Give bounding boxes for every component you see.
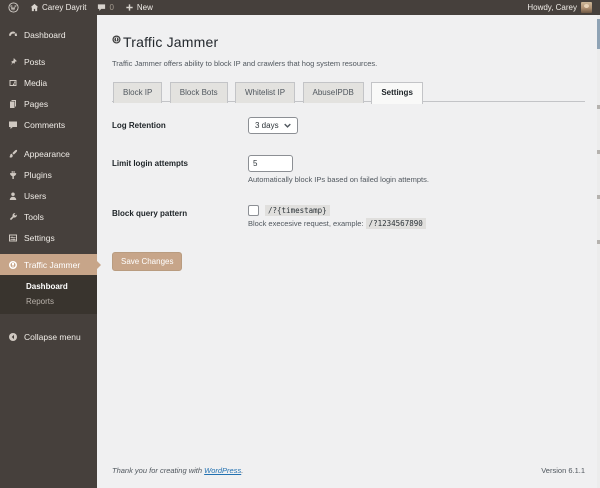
block-query-help-text: Block execesive request, example: xyxy=(248,219,364,228)
sidebar-item-traffic-jammer[interactable]: Traffic Jammer xyxy=(0,254,97,275)
form-row-log-retention: Log Retention 3 days xyxy=(112,106,585,144)
save-changes-button[interactable]: Save Changes xyxy=(112,252,183,271)
page-title: Traffic Jammer xyxy=(123,34,219,50)
block-query-label: Block query pattern xyxy=(112,209,188,218)
chevron-down-icon xyxy=(283,123,291,128)
sidebar-item-label: Users xyxy=(24,190,47,201)
main-content: Traffic Jammer Traffic Jammer offers abi… xyxy=(97,15,600,488)
pin-icon xyxy=(10,57,17,65)
query-example-code: /?1234567890 xyxy=(365,218,426,229)
sidebar-item-media[interactable]: Media xyxy=(0,72,97,93)
block-query-help: Block execesive request, example: /?1234… xyxy=(248,218,426,229)
avatar xyxy=(581,2,592,13)
tab-settings[interactable]: Settings xyxy=(371,82,423,104)
wrench-icon xyxy=(9,212,17,220)
traffic-jammer-icon xyxy=(9,260,17,269)
sidebar-item-dashboard[interactable]: Dashboard xyxy=(0,24,97,45)
sidebar-item-label: Traffic Jammer xyxy=(24,259,81,270)
user-icon xyxy=(9,192,17,200)
footer-thanks: Thank you for creating with WordPress. xyxy=(112,466,243,475)
footer-thanks-text: Thank you for creating with xyxy=(112,466,203,475)
admin-bar: Carey Dayrit 0 New Howdy, Carey xyxy=(0,0,600,15)
site-name-menu[interactable]: Carey Dayrit xyxy=(30,3,86,12)
account-menu[interactable]: Howdy, Carey xyxy=(527,2,592,13)
new-menu[interactable]: New xyxy=(125,3,153,12)
sidebar-item-appearance[interactable]: Appearance xyxy=(0,143,97,164)
submenu-item-dashboard[interactable]: Dashboard xyxy=(0,279,97,294)
submenu-item-reports[interactable]: Reports xyxy=(0,294,97,309)
query-pattern-code: /?{timestamp} xyxy=(265,205,330,216)
sidebar-item-plugins[interactable]: Plugins xyxy=(0,164,97,185)
sidebar-item-label: Tools xyxy=(24,211,44,222)
sidebar-item-label: Settings xyxy=(24,232,55,243)
media-icon xyxy=(9,79,17,86)
limit-login-attempts-input[interactable] xyxy=(248,155,293,172)
plug-icon xyxy=(10,170,17,179)
form-row-limit-login: Limit login attempts Automatically block… xyxy=(112,144,585,194)
comment-bubble-icon xyxy=(98,4,106,11)
traffic-jammer-title-icon xyxy=(112,35,121,44)
wordpress-link[interactable]: WordPress xyxy=(204,466,241,475)
form-row-block-query: Block query pattern /?{timestamp} Block … xyxy=(112,194,585,238)
tab-abuseipdb[interactable]: AbuseIPDB xyxy=(302,82,364,103)
tab-bar: Block IP Block Bots Whitelist IP AbuseIP… xyxy=(112,81,585,104)
wordpress-logo-icon xyxy=(8,2,19,13)
sidebar-item-label: Pages xyxy=(24,98,49,109)
home-icon xyxy=(30,3,39,12)
collapse-menu-button[interactable]: Collapse menu xyxy=(0,326,97,347)
page-description: Traffic Jammer offers ability to block I… xyxy=(112,59,378,68)
howdy-label: Howdy, Carey xyxy=(527,3,577,12)
sidebar-item-users[interactable]: Users xyxy=(0,185,97,206)
plus-icon xyxy=(126,4,133,11)
footer-period: . xyxy=(241,466,244,475)
sidebar-item-label: Plugins xyxy=(24,169,52,180)
sidebar-item-settings[interactable]: Settings xyxy=(0,227,97,248)
collapse-arrow-icon xyxy=(9,332,17,341)
comments-count: 0 xyxy=(109,3,114,12)
dashboard-icon xyxy=(8,30,18,36)
log-retention-label: Log Retention xyxy=(112,121,166,130)
sidebar-item-posts[interactable]: Posts xyxy=(0,51,97,72)
log-retention-select[interactable]: 3 days xyxy=(248,117,298,134)
admin-footer: Thank you for creating with WordPress. V… xyxy=(97,466,600,488)
collapse-menu-label: Collapse menu xyxy=(24,331,81,342)
log-retention-value: 3 days xyxy=(255,121,279,130)
sidebar-item-tools[interactable]: Tools xyxy=(0,206,97,227)
tab-block-ip[interactable]: Block IP xyxy=(113,82,163,103)
settings-form: Log Retention 3 days Limit login attempt… xyxy=(112,106,585,238)
comments-menu[interactable]: 0 xyxy=(97,3,114,12)
sidebar-item-comments[interactable]: Comments xyxy=(0,114,97,135)
block-query-pattern-checkbox[interactable] xyxy=(248,205,259,216)
paintbrush-icon xyxy=(9,149,18,158)
sidebar-item-label: Posts xyxy=(24,56,46,67)
admin-sidebar: Dashboard Posts Media Pages Comments App… xyxy=(0,15,97,488)
wordpress-logo-button[interactable] xyxy=(8,2,19,13)
sidebar-item-label: Comments xyxy=(24,119,66,130)
settings-sliders-icon xyxy=(9,234,17,241)
limit-login-label: Limit login attempts xyxy=(112,159,188,168)
traffic-jammer-submenu: Dashboard Reports xyxy=(0,275,97,314)
tab-block-bots[interactable]: Block Bots xyxy=(169,82,228,103)
sidebar-item-label: Media xyxy=(24,77,48,88)
sidebar-item-label: Appearance xyxy=(24,148,70,159)
pages-icon xyxy=(10,99,16,108)
site-name-label: Carey Dayrit xyxy=(42,3,87,12)
comments-icon xyxy=(9,121,17,129)
limit-login-help: Automatically block IPs based on failed … xyxy=(248,175,429,184)
tab-whitelist-ip[interactable]: Whitelist IP xyxy=(235,82,296,103)
sidebar-item-label: Dashboard xyxy=(24,29,66,40)
new-label: New xyxy=(136,3,153,12)
version-label: Version 6.1.1 xyxy=(541,466,585,475)
sidebar-item-pages[interactable]: Pages xyxy=(0,93,97,114)
